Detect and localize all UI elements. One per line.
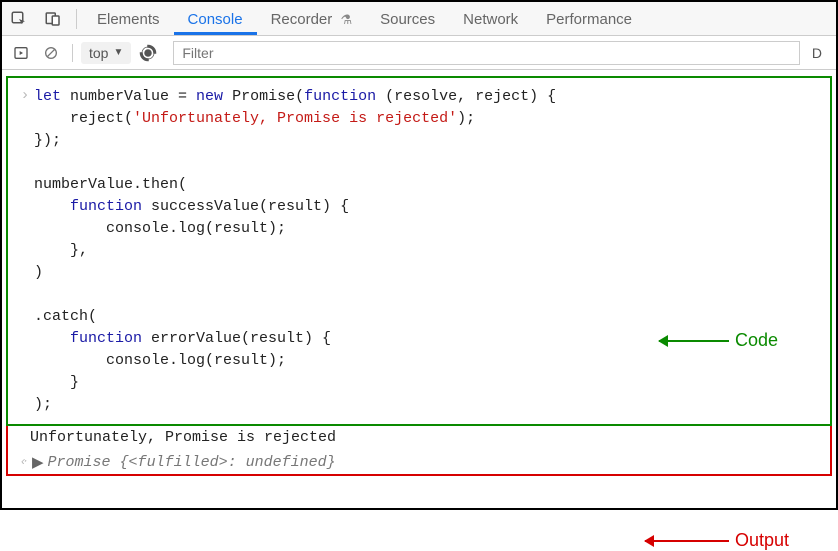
- annotation-output-label: Output: [735, 530, 789, 551]
- console-toolbar: top ▼ D: [2, 36, 836, 70]
- tab-console[interactable]: Console: [174, 3, 257, 35]
- context-selector[interactable]: top ▼: [81, 42, 131, 64]
- arrow-left-icon: [659, 340, 729, 342]
- return-prompt-icon: [12, 452, 30, 472]
- return-row[interactable]: ▶ Promise {<fulfilled>: undefined}: [8, 450, 830, 474]
- input-prompt-icon: [16, 86, 34, 106]
- input-row[interactable]: let numberValue = new Promise(function (…: [12, 84, 826, 418]
- sidebar-toggle-icon[interactable]: [8, 40, 34, 66]
- annotation-code-label: Code: [735, 330, 778, 351]
- output-region: Unfortunately, Promise is rejected ▶ Pro…: [6, 426, 832, 476]
- code-region: let numberValue = new Promise(function (…: [6, 76, 832, 426]
- device-toggle-icon[interactable]: [39, 5, 67, 33]
- flask-icon: ⚗: [340, 12, 352, 27]
- tab-network[interactable]: Network: [449, 3, 532, 35]
- arrow-left-icon: [645, 540, 729, 542]
- inspect-icon[interactable]: [5, 5, 33, 33]
- annotation-code: Code: [659, 330, 778, 351]
- tab-recorder-label: Recorder: [271, 11, 333, 28]
- clear-console-icon[interactable]: [38, 40, 64, 66]
- code-block: let numberValue = new Promise(function (…: [34, 86, 556, 416]
- return-value: Promise {<fulfilled>: undefined}: [48, 454, 336, 471]
- live-expression-icon[interactable]: [135, 40, 161, 66]
- filter-input[interactable]: [173, 41, 800, 65]
- annotation-output: Output: [645, 530, 789, 551]
- chevron-down-icon: ▼: [113, 47, 123, 58]
- console-log-line: Unfortunately, Promise is rejected: [8, 426, 830, 450]
- tab-elements[interactable]: Elements: [83, 3, 174, 35]
- separator: [76, 9, 77, 29]
- separator: [72, 44, 73, 62]
- tab-sources[interactable]: Sources: [366, 3, 449, 35]
- expand-triangle-icon[interactable]: ▶: [32, 453, 44, 472]
- context-label: top: [89, 45, 108, 61]
- console-area: let numberValue = new Promise(function (…: [2, 70, 836, 482]
- tab-performance[interactable]: Performance: [532, 3, 646, 35]
- tab-recorder[interactable]: Recorder ⚗: [257, 3, 367, 35]
- devtools-tabs: Elements Console Recorder ⚗ Sources Netw…: [2, 2, 836, 36]
- levels-label[interactable]: D: [804, 45, 830, 61]
